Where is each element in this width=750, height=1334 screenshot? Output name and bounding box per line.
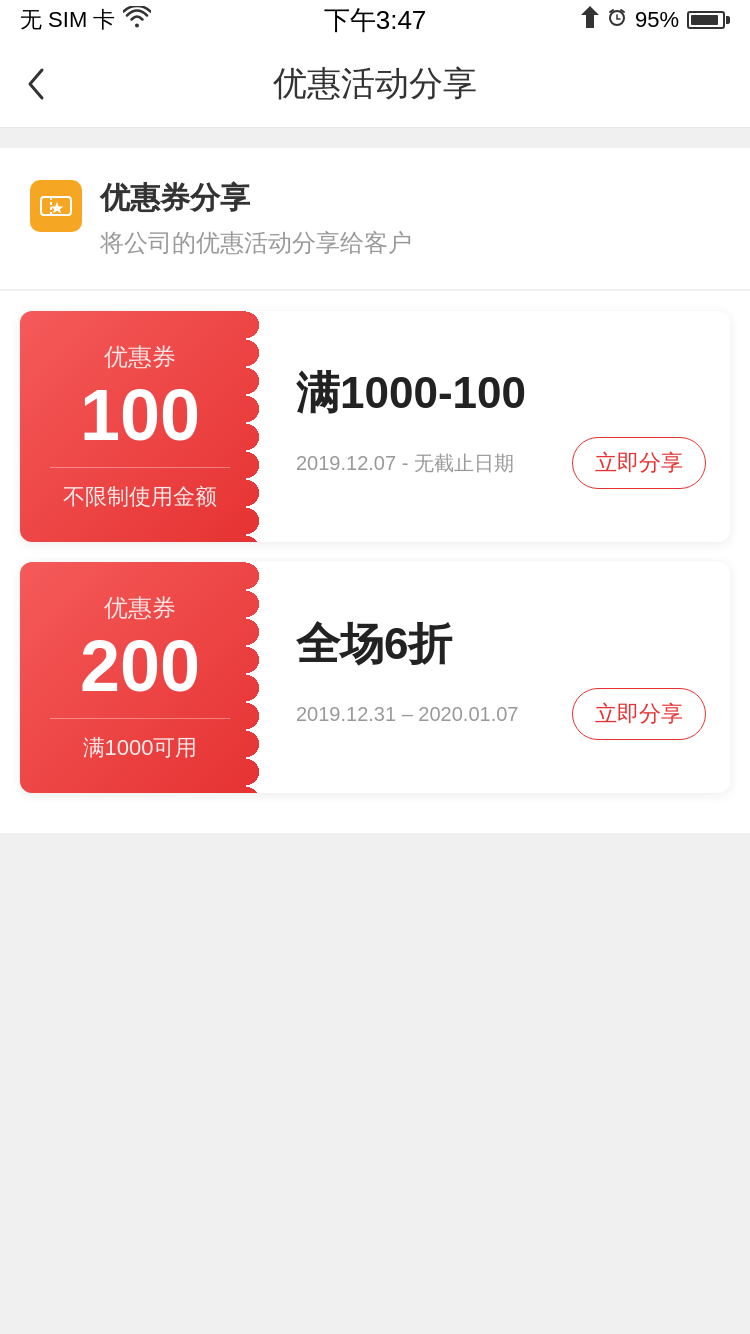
coupon-title-2: 全场6折	[296, 615, 706, 674]
svg-marker-2	[51, 202, 64, 214]
coupon-list: 优惠券 100 不限制使用金额 满1000-100 2019.12.07 - 无…	[0, 291, 750, 833]
coupon-divider-2	[50, 718, 230, 719]
location-icon	[581, 6, 599, 34]
share-button-1[interactable]: 立即分享	[572, 437, 706, 489]
coupon-left-2: 优惠券 200 满1000可用	[20, 562, 260, 793]
coupon-title-1: 满1000-100	[296, 364, 706, 423]
coupon-divider-1	[50, 467, 230, 468]
status-bar: 无 SIM 卡 下午3:47 95%	[0, 0, 750, 40]
coupon-card-2: 优惠券 200 满1000可用 全场6折 2019.12.31 – 2020.0…	[20, 562, 730, 793]
coupon-date-1: 2019.12.07 - 无截止日期	[296, 450, 560, 477]
coupon-label-2: 优惠券	[104, 592, 176, 624]
section-title: 优惠券分享	[100, 178, 412, 219]
carrier-text: 无 SIM 卡	[20, 5, 115, 35]
coupon-bottom-1: 2019.12.07 - 无截止日期 立即分享	[296, 437, 706, 489]
section-icon	[30, 180, 82, 232]
status-time: 下午3:47	[324, 3, 427, 38]
coupon-right-1: 满1000-100 2019.12.07 - 无截止日期 立即分享	[260, 311, 730, 542]
share-button-2[interactable]: 立即分享	[572, 688, 706, 740]
alarm-icon	[607, 7, 627, 33]
coupon-bottom-2: 2019.12.31 – 2020.01.07 立即分享	[296, 688, 706, 740]
status-right: 95%	[581, 6, 730, 34]
battery-icon	[687, 11, 730, 29]
empty-area	[0, 833, 750, 1333]
page-title: 优惠活动分享	[273, 61, 477, 107]
nav-bar: 优惠活动分享	[0, 40, 750, 128]
coupon-left-1: 优惠券 100 不限制使用金额	[20, 311, 260, 542]
wifi-icon	[123, 6, 151, 34]
battery-percent: 95%	[635, 7, 679, 33]
coupon-label-1: 优惠券	[104, 341, 176, 373]
back-button[interactable]	[24, 64, 48, 104]
coupon-amount-2: 200	[80, 630, 200, 702]
coupon-amount-1: 100	[80, 379, 200, 451]
section-subtitle: 将公司的优惠活动分享给客户	[100, 227, 412, 259]
status-left: 无 SIM 卡	[20, 5, 151, 35]
section-header: 优惠券分享 将公司的优惠活动分享给客户	[0, 148, 750, 289]
coupon-restriction-1: 不限制使用金额	[63, 482, 217, 512]
coupon-date-2: 2019.12.31 – 2020.01.07	[296, 703, 560, 726]
coupon-restriction-2: 满1000可用	[83, 733, 198, 763]
section-text: 优惠券分享 将公司的优惠活动分享给客户	[100, 178, 412, 259]
coupon-right-2: 全场6折 2019.12.31 – 2020.01.07 立即分享	[260, 562, 730, 793]
coupon-card: 优惠券 100 不限制使用金额 满1000-100 2019.12.07 - 无…	[20, 311, 730, 542]
